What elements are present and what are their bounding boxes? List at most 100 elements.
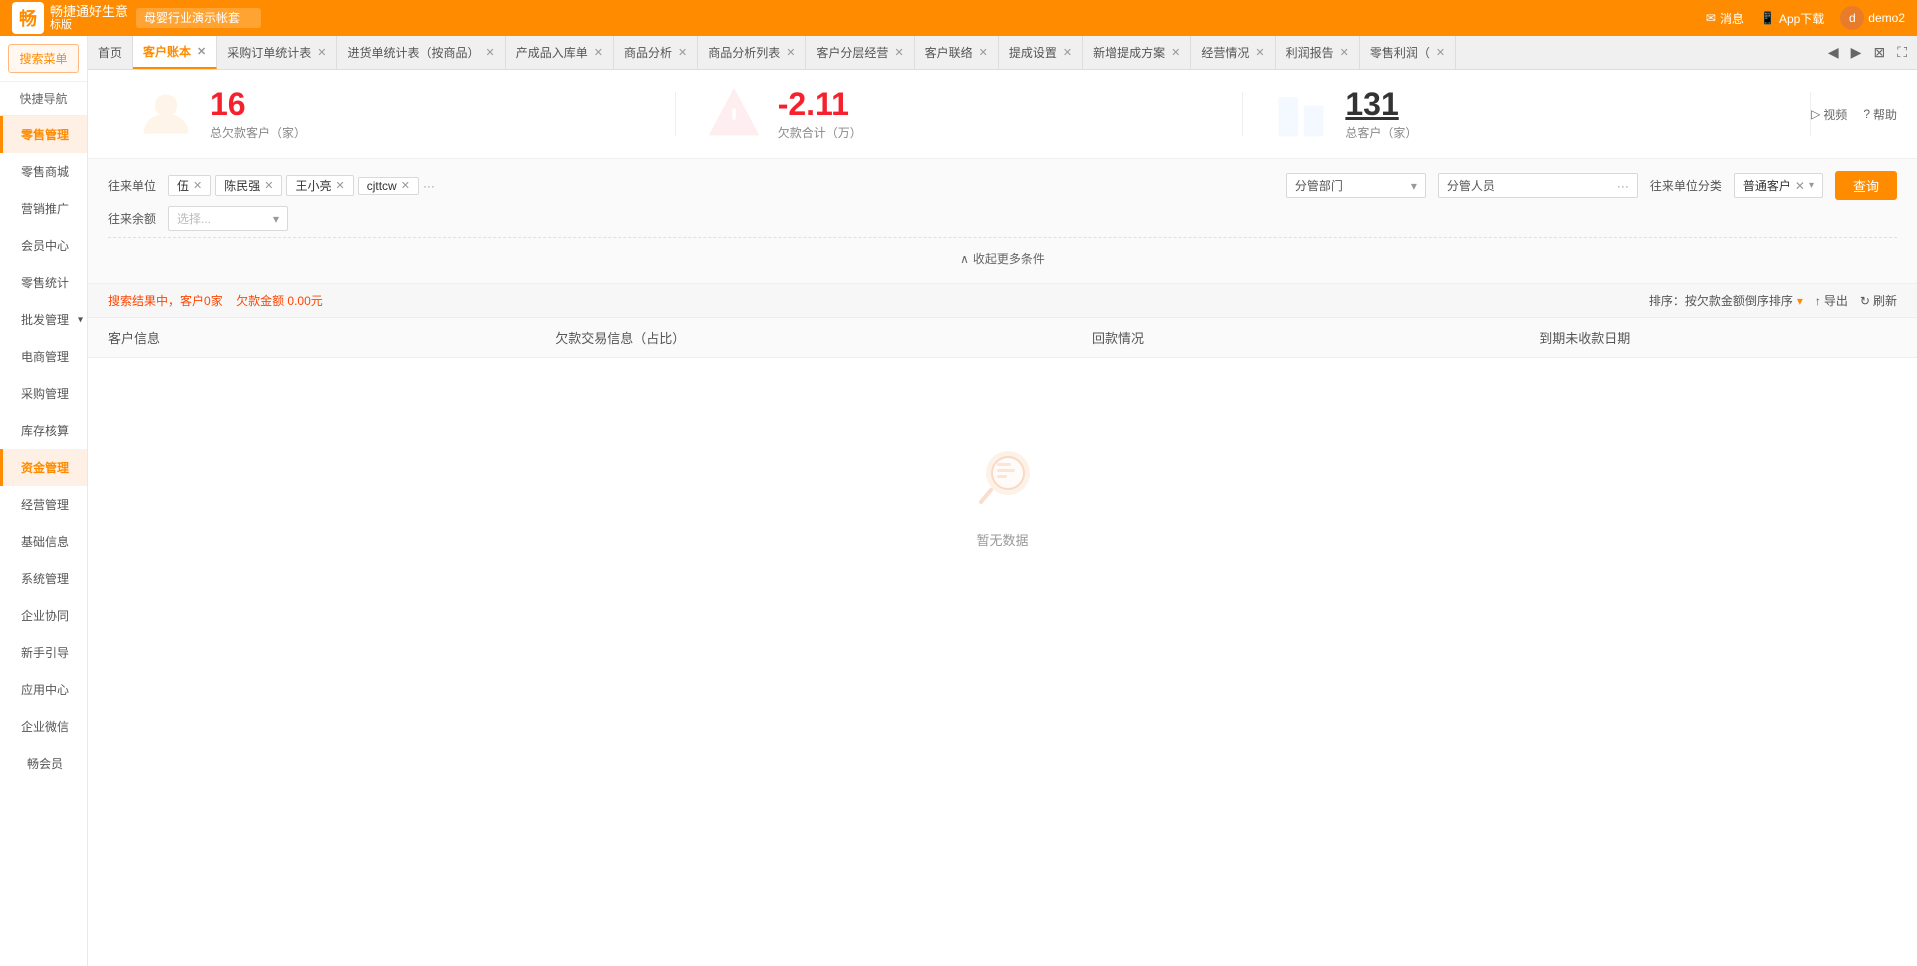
sidebar-item-system[interactable]: 系统管理: [0, 560, 87, 597]
tab-purchase-order-stats[interactable]: 采购订单统计表 ✕: [217, 36, 337, 69]
tab-product-entry[interactable]: 产成品入库单 ✕: [506, 36, 614, 69]
customers-icon: [138, 86, 194, 142]
tab-close-raise[interactable]: ✕: [1063, 46, 1072, 59]
tab-close-product-entry[interactable]: ✕: [594, 46, 603, 59]
tab-bar-actions: ◀ ▶ ⊠ ⛶: [1818, 42, 1917, 63]
filter-area: 往来单位 伍 ✕ 陈民强 ✕ 王小亮 ✕: [88, 159, 1917, 284]
unit-type-dropdown-arrow: ▾: [1809, 180, 1814, 191]
filter-row-2: 往来余额 选择... ▾: [108, 206, 1897, 231]
tab-operations-status[interactable]: 经营情况 ✕: [1191, 36, 1275, 69]
tab-close-product-analysis-list[interactable]: ✕: [786, 46, 795, 59]
tab-home[interactable]: 首页: [88, 36, 133, 69]
tab-close-operations[interactable]: ✕: [1255, 46, 1264, 59]
balance-select[interactable]: 选择... ▾: [168, 206, 288, 231]
filter-tags: 伍 ✕ 陈民强 ✕ 王小亮 ✕ cjttcw ✕: [168, 175, 1274, 196]
stats-row: 16 总欠款客户（家） -2.11 欠款合计（万）: [88, 70, 1917, 159]
tag-close-wang[interactable]: ✕: [336, 179, 345, 192]
sidebar-item-retail-mall[interactable]: 零售商城: [0, 153, 87, 190]
results-actions: 排序：按欠款金额倒序排序 ▾ ↑ 导出 ↻ 刷新: [1649, 292, 1897, 309]
tab-prev-btn[interactable]: ◀: [1824, 42, 1843, 63]
sidebar-item-member-vip[interactable]: 畅会员: [0, 745, 87, 782]
sidebar-item-purchase[interactable]: 采购管理: [0, 375, 87, 412]
tab-close-new-raise[interactable]: ✕: [1171, 46, 1180, 59]
filter-tag-wu: 伍 ✕: [168, 175, 211, 196]
app-download-btn[interactable]: 📱 App下载: [1760, 10, 1824, 27]
export-btn[interactable]: ↑ 导出: [1815, 292, 1848, 309]
refresh-btn[interactable]: ↻ 刷新: [1860, 292, 1897, 309]
results-info: 搜索结果中，客户0家 欠款金额 0.00元: [108, 292, 323, 309]
tab-close-customer-tier[interactable]: ✕: [894, 46, 903, 59]
sidebar-item-enterprise-wechat[interactable]: 企业微信: [0, 708, 87, 745]
tab-inventory-stats[interactable]: 进货单统计表（按商品） ✕: [337, 36, 505, 69]
sidebar-item-marketing[interactable]: 营销推广: [0, 190, 87, 227]
quick-nav-button[interactable]: 快捷导航: [0, 82, 87, 116]
stat-total-customers2: 131 总客户（家）: [1243, 86, 1811, 142]
search-menu-button[interactable]: 搜索菜单: [8, 44, 79, 73]
app-icon: 📱: [1760, 11, 1775, 25]
sidebar-item-ecommerce[interactable]: 电商管理: [0, 338, 87, 375]
tab-close-profit[interactable]: ✕: [1340, 46, 1349, 59]
message-btn[interactable]: ✉ 消息: [1706, 10, 1744, 27]
sidebar-item-enterprise[interactable]: 企业协同: [0, 597, 87, 634]
total-customers-label: 总欠款客户（家）: [210, 124, 306, 141]
sidebar-item-member-center[interactable]: 会员中心: [0, 227, 87, 264]
top-bar-left: 畅 畅捷通好生意 标版 母婴行业演示帐套: [12, 2, 261, 34]
unit-type-tag-close[interactable]: ✕: [1795, 179, 1805, 193]
sidebar-item-zero-retail[interactable]: 零售管理: [0, 116, 87, 153]
query-button[interactable]: 查询: [1835, 171, 1897, 200]
person-filter-more: ···: [1617, 179, 1629, 193]
tag-close-wu[interactable]: ✕: [193, 179, 202, 192]
sidebar-item-finance[interactable]: 资金管理: [0, 449, 87, 486]
sidebar-item-app-center[interactable]: 应用中心: [0, 671, 87, 708]
tab-close-product-analysis[interactable]: ✕: [678, 46, 687, 59]
filter-tag-cjttcw: cjttcw ✕: [358, 177, 419, 195]
help-btn[interactable]: ? 帮助: [1863, 106, 1897, 123]
filter-more-icon[interactable]: ···: [423, 179, 435, 193]
tab-raise-settings[interactable]: 提成设置 ✕: [999, 36, 1083, 69]
tab-product-analysis[interactable]: 商品分析 ✕: [614, 36, 698, 69]
tab-fullscreen-btn[interactable]: ⛶: [1893, 42, 1911, 63]
tab-product-analysis-list[interactable]: 商品分析列表 ✕: [698, 36, 806, 69]
sort-selector[interactable]: 排序：按欠款金额倒序排序 ▾: [1649, 292, 1803, 309]
tab-more-btn[interactable]: ⊠: [1869, 42, 1889, 63]
stat-info-customers: 16 总欠款客户（家）: [210, 88, 306, 141]
filter-row-1: 往来单位 伍 ✕ 陈民强 ✕ 王小亮 ✕: [108, 171, 1897, 200]
sidebar-item-operations[interactable]: 经营管理: [0, 486, 87, 523]
tab-new-raise-plan[interactable]: 新增提成方案 ✕: [1083, 36, 1191, 69]
top-bar: 畅 畅捷通好生意 标版 母婴行业演示帐套 ✉ 消息 📱 App下载 d demo…: [0, 0, 1917, 36]
tenant-select[interactable]: 母婴行业演示帐套: [136, 8, 261, 28]
col-header-customer: 客户信息: [108, 328, 555, 347]
tab-retail-profit[interactable]: 零售利润（ ✕: [1360, 36, 1456, 69]
tab-customer-tier[interactable]: 客户分层经营 ✕: [806, 36, 914, 69]
dept-filter[interactable]: 分管部门 ▾: [1286, 173, 1426, 198]
collapse-button[interactable]: ∧ 收起更多条件: [108, 246, 1897, 271]
sidebar-item-newcomer[interactable]: 新手引导: [0, 634, 87, 671]
tab-close-customer-ledger[interactable]: ✕: [197, 45, 206, 58]
tab-customer-contact[interactable]: 客户联络 ✕: [915, 36, 999, 69]
tab-profit-report[interactable]: 利润报告 ✕: [1276, 36, 1360, 69]
user-menu[interactable]: d demo2: [1840, 6, 1905, 30]
tab-next-btn[interactable]: ▶: [1847, 42, 1866, 63]
tab-close-inventory[interactable]: ✕: [486, 46, 495, 59]
sidebar-item-retail-stats[interactable]: 零售统计: [0, 264, 87, 301]
stat-total-customers: 16 总欠款客户（家）: [108, 86, 676, 142]
dept-dropdown-arrow: ▾: [1411, 179, 1417, 193]
tab-customer-ledger[interactable]: 客户账本 ✕: [133, 36, 217, 69]
debt-icon: [706, 86, 762, 142]
filter-tag-wang: 王小亮 ✕: [286, 175, 353, 196]
video-btn[interactable]: ▷ 视频: [1811, 106, 1847, 123]
sidebar-item-wholesale[interactable]: 批发管理: [0, 301, 87, 338]
help-icon: ?: [1863, 107, 1870, 121]
sidebar-item-inventory[interactable]: 库存核算: [0, 412, 87, 449]
debt-total-value: -2.11: [778, 88, 862, 120]
tag-close-cjttcw[interactable]: ✕: [401, 179, 410, 192]
logo-area: 畅 畅捷通好生意 标版: [12, 2, 128, 34]
tab-close-customer-contact[interactable]: ✕: [979, 46, 988, 59]
person-filter[interactable]: 分管人员 ···: [1438, 173, 1638, 198]
results-bar: 搜索结果中，客户0家 欠款金额 0.00元 排序：按欠款金额倒序排序 ▾ ↑ 导…: [88, 284, 1917, 318]
sidebar-item-basic-info[interactable]: 基础信息: [0, 523, 87, 560]
tag-close-chen[interactable]: ✕: [264, 179, 273, 192]
col-header-payment: 回款情况: [1092, 328, 1539, 347]
tab-close-retail-profit[interactable]: ✕: [1436, 46, 1445, 59]
tab-close-purchase[interactable]: ✕: [317, 46, 326, 59]
